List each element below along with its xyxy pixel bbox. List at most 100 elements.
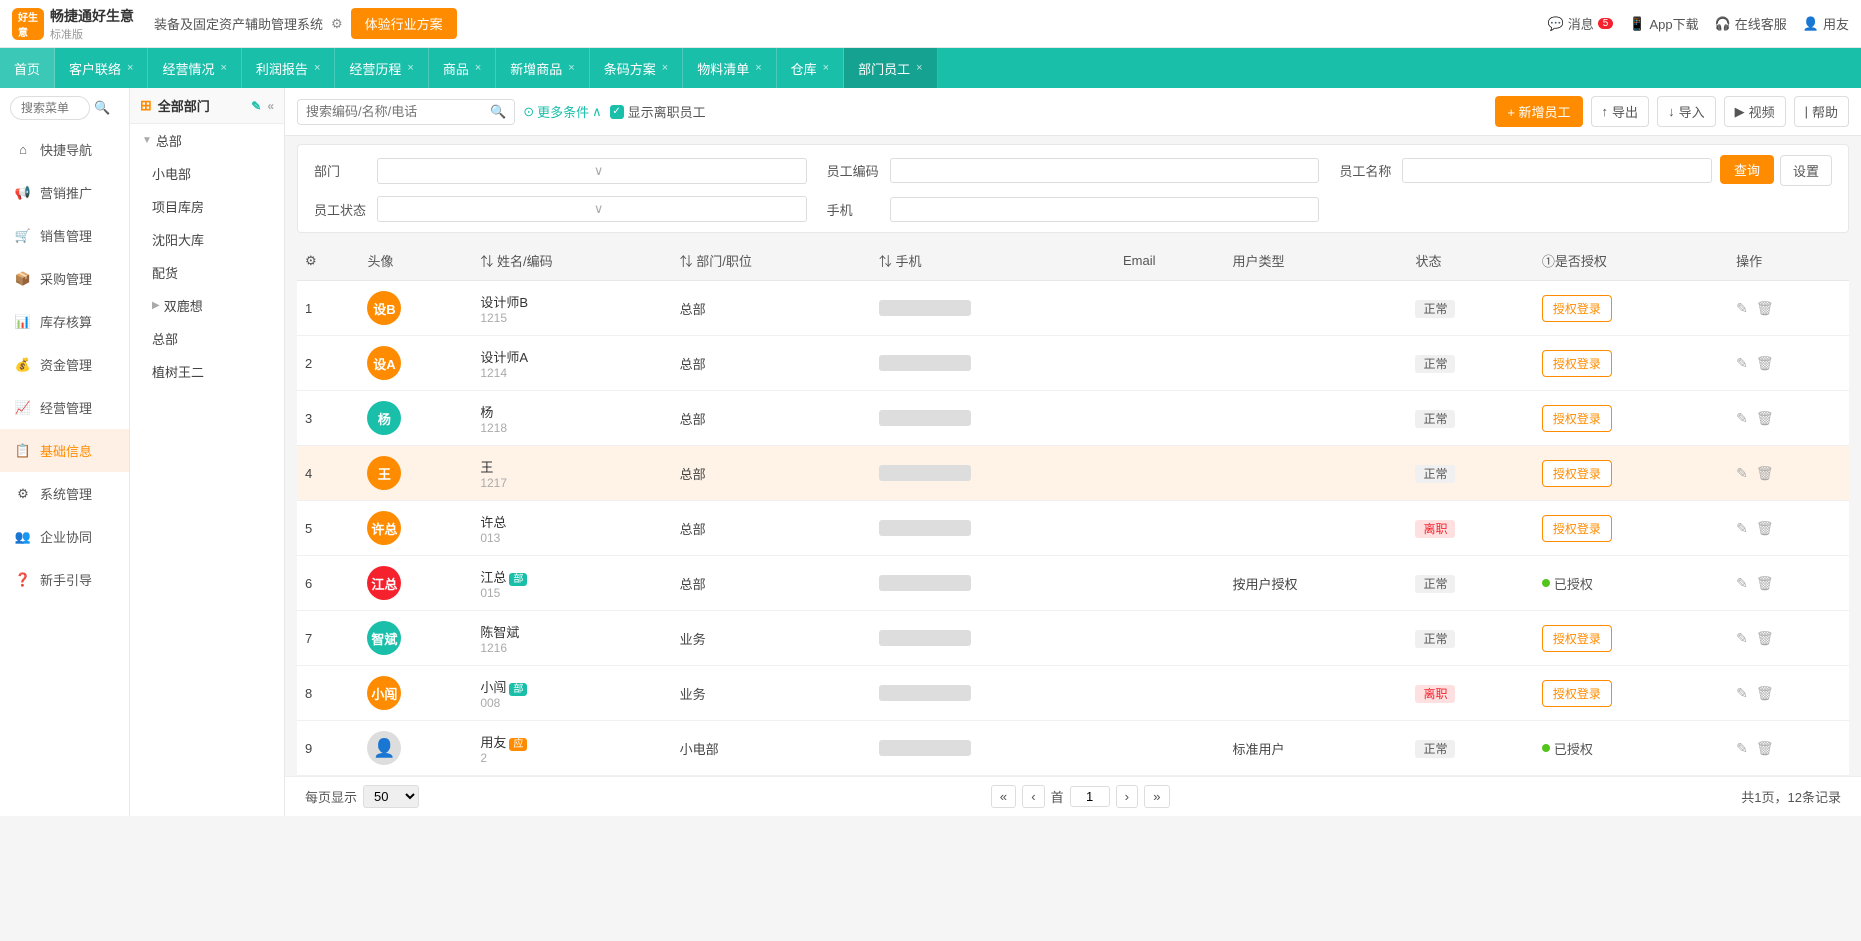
close-icon[interactable]: × [823, 62, 829, 74]
close-icon[interactable]: × [127, 62, 133, 74]
auth-button[interactable]: 授权登录 [1542, 515, 1612, 542]
import-button[interactable]: ↓ 导入 [1657, 96, 1716, 127]
delete-icon[interactable]: 🗑 [1756, 465, 1774, 482]
last-page-button[interactable]: » [1144, 785, 1169, 808]
delete-icon[interactable]: 🗑 [1756, 300, 1774, 317]
sidebar-item-basic[interactable]: 📋 基础信息 [0, 429, 129, 472]
dept-tree-item-root[interactable]: ▼ 总部 [130, 124, 284, 157]
close-icon[interactable]: × [475, 62, 481, 74]
dept-tree-item-xiaodian[interactable]: 小电部 [130, 157, 284, 190]
delete-icon[interactable]: 🗑 [1756, 575, 1774, 592]
close-icon[interactable]: × [568, 62, 574, 74]
sidebar-item-finance[interactable]: 💰 资金管理 [0, 343, 129, 386]
dept-tree-item-zhishu[interactable]: 植树王二 [130, 355, 284, 388]
dept-tree-item-shenyang[interactable]: 沈阳大库 [130, 223, 284, 256]
emp-code-input[interactable] [890, 158, 1320, 183]
help-button[interactable]: | 帮助 [1794, 96, 1849, 127]
message-link[interactable]: 💬 消息 5 [1548, 14, 1614, 33]
settings-icon[interactable]: ⚙ [331, 16, 343, 32]
auth-button[interactable]: 授权登录 [1542, 405, 1612, 432]
edit-icon[interactable]: ✎ [1736, 355, 1748, 372]
delete-icon[interactable]: 🗑 [1756, 520, 1774, 537]
more-conditions-btn[interactable]: ⊙ 更多条件 ∧ [523, 102, 601, 121]
add-employee-button[interactable]: + 新增员工 [1495, 96, 1582, 127]
tab-customer[interactable]: 客户联络× [55, 48, 148, 88]
tab-operation[interactable]: 经营情况× [148, 48, 241, 88]
search-icon[interactable]: 🔍 [490, 104, 506, 120]
emp-status-select[interactable]: ∨ [377, 196, 807, 222]
auth-button[interactable]: 授权登录 [1542, 625, 1612, 652]
user-area[interactable]: 👤 用友 [1803, 14, 1849, 33]
show-dimission-checkbox[interactable]: ✓ 显示离职员工 [610, 102, 706, 121]
dept-tree-item-peihuo[interactable]: 配货 [130, 256, 284, 289]
tab-product[interactable]: 商品× [429, 48, 496, 88]
sidebar-item-sales[interactable]: 🛒 销售管理 [0, 214, 129, 257]
online-service-link[interactable]: 🎧 在线客服 [1715, 14, 1787, 33]
sidebar-item-system[interactable]: ⚙ 系统管理 [0, 472, 129, 515]
tab-warehouse[interactable]: 仓库× [777, 48, 844, 88]
auth-button[interactable]: 授权登录 [1542, 350, 1612, 377]
close-icon[interactable]: × [755, 62, 761, 74]
page-size-select[interactable]: 50 100 200 [363, 785, 419, 808]
edit-dept-icon[interactable]: ✎ [251, 99, 261, 113]
sidebar-item-purchase[interactable]: 📦 采购管理 [0, 257, 129, 300]
first-page-button[interactable]: « [991, 785, 1016, 808]
tab-new-product[interactable]: 新增商品× [496, 48, 589, 88]
delete-icon[interactable]: 🗑 [1756, 355, 1774, 372]
next-page-button[interactable]: › [1116, 785, 1138, 808]
tab-profit[interactable]: 利润报告× [242, 48, 335, 88]
sidebar-item-marketing[interactable]: 📢 营销推广 [0, 171, 129, 214]
edit-icon[interactable]: ✎ [1736, 685, 1748, 702]
edit-icon[interactable]: ✎ [1736, 520, 1748, 537]
collapse-icon[interactable]: « [267, 99, 274, 113]
dept-tree-item-zongbu[interactable]: 总部 [130, 322, 284, 355]
query-button[interactable]: 查询 [1720, 155, 1774, 184]
sidebar-item-operation[interactable]: 📈 经营管理 [0, 386, 129, 429]
col-phone[interactable]: ⇅ 手机 [871, 241, 1115, 281]
dept-tree-item-shuanglu[interactable]: ▶ 双鹿想 [130, 289, 284, 322]
tab-barcode[interactable]: 条码方案× [590, 48, 683, 88]
trial-button[interactable]: 体验行业方案 [351, 8, 457, 39]
sidebar-item-guide[interactable]: ❓ 新手引导 [0, 558, 129, 601]
col-dept[interactable]: ⇅ 部门/职位 [672, 241, 871, 281]
delete-icon[interactable]: 🗑 [1756, 630, 1774, 647]
dept-tree-item-xiangmu[interactable]: 项目库房 [130, 190, 284, 223]
edit-icon[interactable]: ✎ [1736, 410, 1748, 427]
close-icon[interactable]: × [916, 62, 922, 74]
close-icon[interactable]: × [314, 62, 320, 74]
tab-home[interactable]: 首页 [0, 48, 55, 88]
edit-icon[interactable]: ✎ [1736, 300, 1748, 317]
search-menu-input[interactable] [10, 96, 90, 120]
close-icon[interactable]: × [407, 62, 413, 74]
sidebar-item-quick-nav[interactable]: ⌂ 快捷导航 [0, 128, 129, 171]
view-button[interactable]: ▶ 视频 [1724, 96, 1786, 127]
emp-name-input[interactable] [1402, 158, 1712, 183]
edit-icon[interactable]: ✎ [1736, 740, 1748, 757]
delete-icon[interactable]: 🗑 [1756, 685, 1774, 702]
export-button[interactable]: ↑ 导出 [1591, 96, 1650, 127]
prev-page-button[interactable]: ‹ [1022, 785, 1044, 808]
auth-button[interactable]: 授权登录 [1542, 295, 1612, 322]
sidebar-item-inventory[interactable]: 📊 库存核算 [0, 300, 129, 343]
edit-icon[interactable]: ✎ [1736, 465, 1748, 482]
delete-icon[interactable]: 🗑 [1756, 740, 1774, 757]
close-icon[interactable]: × [220, 62, 226, 74]
app-download-link[interactable]: 📱 App下载 [1629, 14, 1698, 33]
edit-icon[interactable]: ✎ [1736, 575, 1748, 592]
dept-select[interactable]: ∨ [377, 158, 807, 184]
close-icon[interactable]: × [662, 62, 668, 74]
phone-input[interactable] [890, 197, 1320, 222]
auth-button[interactable]: 授权登录 [1542, 680, 1612, 707]
auth-button[interactable]: 授权登录 [1542, 460, 1612, 487]
col-settings[interactable]: ⚙ [297, 241, 359, 281]
search-input[interactable] [306, 104, 486, 119]
tab-journey[interactable]: 经营历程× [335, 48, 428, 88]
page-number-input[interactable] [1070, 786, 1110, 807]
tab-bom[interactable]: 物料清单× [683, 48, 776, 88]
reset-button[interactable]: 设置 [1780, 155, 1832, 186]
search-menu-icon[interactable]: 🔍 [94, 100, 110, 116]
tab-department[interactable]: 部门员工× [844, 48, 937, 88]
edit-icon[interactable]: ✎ [1736, 630, 1748, 647]
delete-icon[interactable]: 🗑 [1756, 410, 1774, 427]
col-name[interactable]: ⇅ 姓名/编码 [472, 241, 671, 281]
